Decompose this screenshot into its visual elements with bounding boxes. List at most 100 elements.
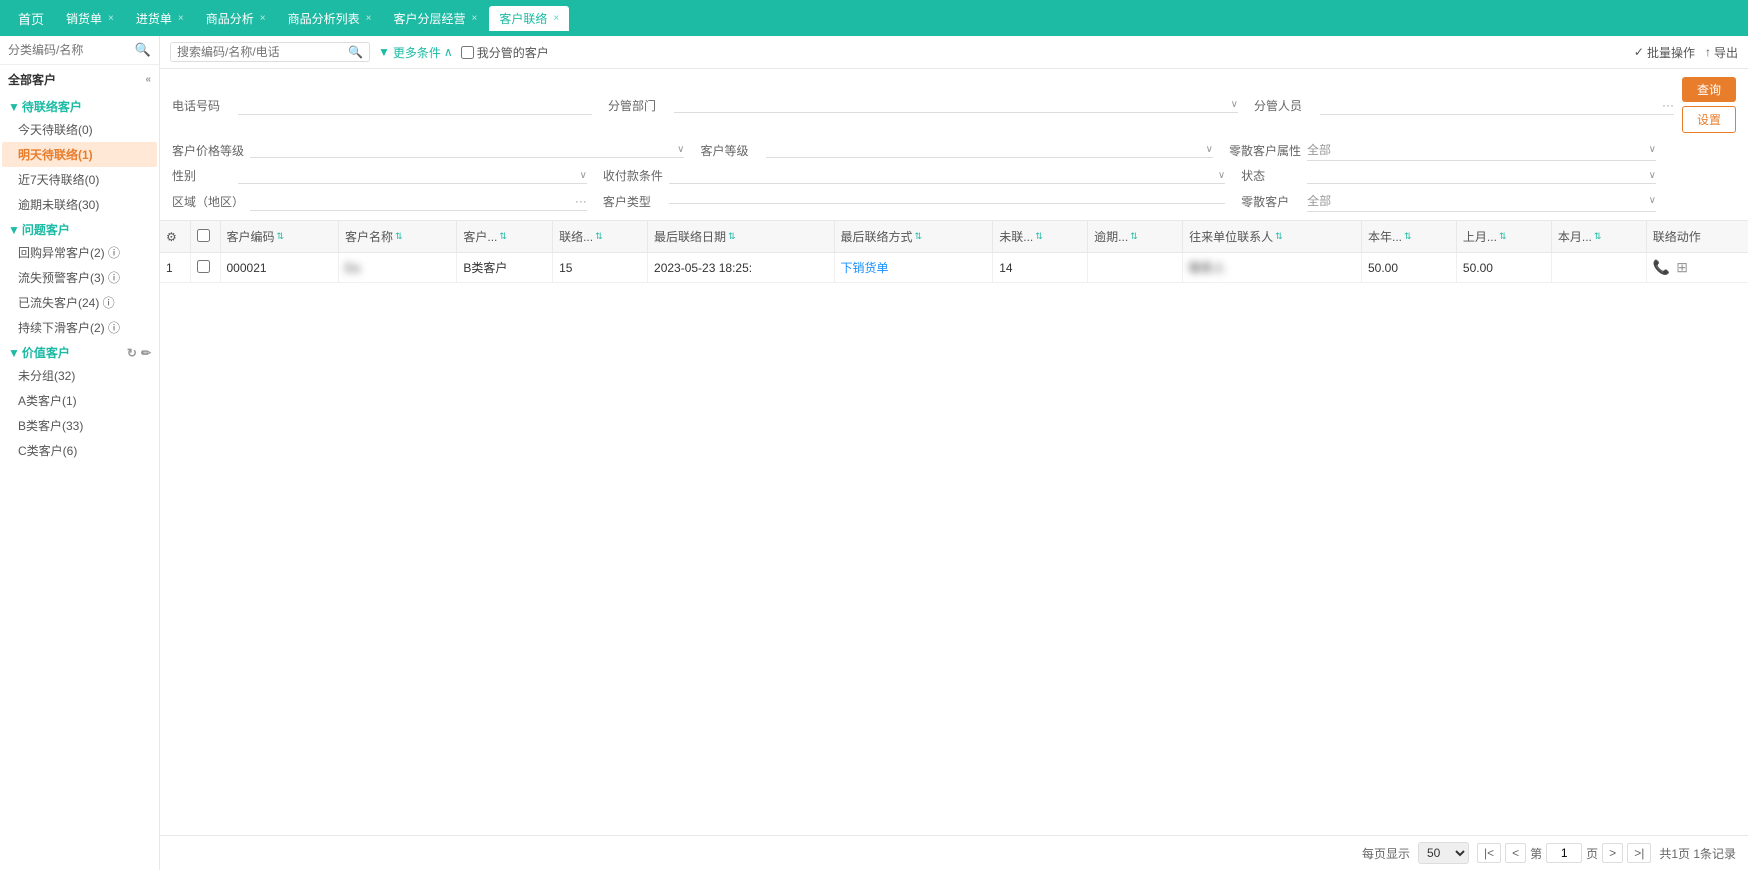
th-contact-count: 联络...⇅ [553,221,648,253]
search-box: 🔍 [170,42,370,62]
per-page-label: 每页显示 [1362,845,1410,862]
value-grade-select[interactable]: ∨ [250,142,684,158]
nav-item-sales[interactable]: 销货单 × [56,6,124,31]
export-icon: ↑ [1705,45,1711,59]
query-button[interactable]: 查询 [1682,77,1736,102]
payment-select[interactable]: ∨ [669,168,1225,184]
nav-item-customer-tier[interactable]: 客户分层经营 × [383,6,487,31]
th-code: 客户编码⇅ [220,221,338,253]
nav-close-sales[interactable]: × [108,13,114,24]
last-method-link[interactable]: 下销货单 [841,261,889,275]
sidebar-item-churn-warning[interactable]: 流失预警客户(3) ⓘ [2,265,157,290]
toolbar: 🔍 ▼ 更多条件 ∧ 我分管的客户 ✓ 批量操作 ↑ 导出 [160,36,1748,69]
sidebar-item-class-c[interactable]: C类客户(6) [2,438,157,463]
sidebar-item-churned[interactable]: 已流失客户(24) ⓘ [2,290,157,315]
nav-item-customer-contact[interactable]: 客户联络 × [489,6,569,31]
sort-date-icon: ⇅ [728,231,736,242]
settings-cog-icon[interactable]: ⚙ [166,230,177,244]
page-input[interactable] [1546,843,1582,863]
sidebar-item-today[interactable]: 今天待联络(0) [2,117,157,142]
sidebar-item-overdue[interactable]: 逾期未联络(30) [2,192,157,217]
dept-chevron: ∨ [1231,99,1238,110]
customer-type-select[interactable] [669,199,1225,204]
search-submit-icon[interactable]: 🔍 [348,45,363,59]
sidebar-item-ungrouped[interactable]: 未分组(32) [2,363,157,388]
nav-item-purchase[interactable]: 进货单 × [126,6,194,31]
sidebar-search-icon[interactable]: 🔍 [135,42,151,58]
td-checkbox [190,253,220,283]
filter-region: 区域（地区） [172,192,587,211]
nav-close-customer-contact[interactable]: × [553,13,559,24]
search-input[interactable] [177,45,348,59]
filter-payment: 收付款条件 ∨ [603,167,1225,184]
first-page-btn[interactable]: |< [1477,843,1501,863]
sidebar-all-customers[interactable]: 全部客户 « [0,65,159,94]
gender-select[interactable]: ∨ [238,168,587,184]
filter-retail-attr: 零散客户属性 全部 ∨ [1229,139,1656,161]
more-conditions-btn[interactable]: ▼ 更多条件 ∧ [378,44,453,61]
filter-icon: ▼ [378,45,390,59]
nav-home[interactable]: 首页 [8,5,54,32]
edit-icon[interactable]: ✏ [141,346,151,360]
sidebar-item-repurchase-anomaly[interactable]: 回购异常客户(2) ⓘ [2,240,157,265]
phone-input[interactable] [238,96,592,115]
status-chevron: ∨ [1649,170,1656,181]
filter-row-2: 客户价格等级 ∨ 客户等级 ∨ 零散客户属性 [172,139,1736,161]
sidebar-item-tomorrow[interactable]: 明天待联络(1) [2,142,157,167]
cg-chevron: ∨ [1206,144,1213,155]
nav-item-product-list[interactable]: 商品分析列表 × [278,6,382,31]
sidebar-item-declining[interactable]: 持续下滑客户(2) ⓘ [2,315,157,340]
my-customers-checkbox[interactable]: 我分管的客户 [461,44,549,61]
select-all-checkbox[interactable] [197,229,210,242]
th-unit-contact: 往来单位联系人⇅ [1183,221,1362,253]
nav-close-product-list[interactable]: × [366,13,372,24]
td-last-date: 2023-05-23 18:25: [648,253,834,283]
sidebar-search-input[interactable] [8,43,131,57]
person-select[interactable] [1320,96,1674,115]
retail-customer-select[interactable]: 全部 ∨ [1307,190,1656,212]
settings-button[interactable]: 设置 [1682,106,1736,133]
prev-page-btn[interactable]: < [1505,843,1526,863]
my-customers-check[interactable] [461,46,474,59]
status-select[interactable]: ∨ [1307,168,1656,184]
sort-lmonth-icon: ⇅ [1499,231,1507,242]
filter-status: 状态 ∨ [1241,167,1656,184]
td-overdue [1088,253,1183,283]
th-name: 客户名称⇅ [338,221,456,253]
dept-select[interactable]: ∨ [674,97,1238,113]
content-area: 🔍 ▼ 更多条件 ∧ 我分管的客户 ✓ 批量操作 ↑ 导出 [160,36,1748,870]
customer-grade-select[interactable]: ∨ [766,142,1212,158]
footer: 每页显示 50 100 200 |< < 第 页 > >| 共1页 1条记录 [160,835,1748,870]
filter-gender: 性别 ∨ [172,167,587,184]
sidebar-group-problems: ▼问题客户 [0,217,159,240]
sidebar-item-class-a[interactable]: A类客户(1) [2,388,157,413]
refresh-icon[interactable]: ↻ [127,346,137,360]
page-size-select[interactable]: 50 100 200 [1418,842,1469,864]
export-btn[interactable]: ↑ 导出 [1705,44,1738,61]
td-index: 1 [160,253,190,283]
batch-op-btn[interactable]: ✓ 批量操作 [1634,44,1695,61]
sidebar: 🔍 全部客户 « ▼待联络客户 今天待联络(0) 明天待联络(1) 近7天待联络… [0,36,160,870]
sort-name-icon: ⇅ [395,231,403,242]
phone-action-icon[interactable]: 📞 [1653,259,1670,276]
row-checkbox[interactable] [197,260,210,273]
nav-close-product-analysis[interactable]: × [260,13,266,24]
nav-close-purchase[interactable]: × [178,13,184,24]
td-un-contact: 14 [993,253,1088,283]
grid-action-icon[interactable]: ⊞ [1676,259,1688,276]
unit-contact-text: 联系人 [1189,259,1225,276]
region-select[interactable] [250,192,587,211]
nav-item-product-analysis[interactable]: 商品分析 × [196,6,276,31]
th-settings: ⚙ [160,221,190,253]
sidebar-item-7days[interactable]: 近7天待联络(0) [2,167,157,192]
sidebar-group-value: ▼价值客户 ↻ ✏ [0,340,159,363]
sidebar-item-class-b[interactable]: B类客户(33) [2,413,157,438]
next-page-btn[interactable]: > [1602,843,1623,863]
td-unit-contact: 联系人 [1183,253,1362,283]
retail-attr-select[interactable]: 全部 ∨ [1307,139,1656,161]
chevron-icon: ∧ [444,45,453,59]
nav-close-customer-tier[interactable]: × [471,13,477,24]
collapse-icon: « [145,74,151,85]
last-page-btn[interactable]: >| [1627,843,1651,863]
sort-type-icon: ⇅ [499,231,507,242]
